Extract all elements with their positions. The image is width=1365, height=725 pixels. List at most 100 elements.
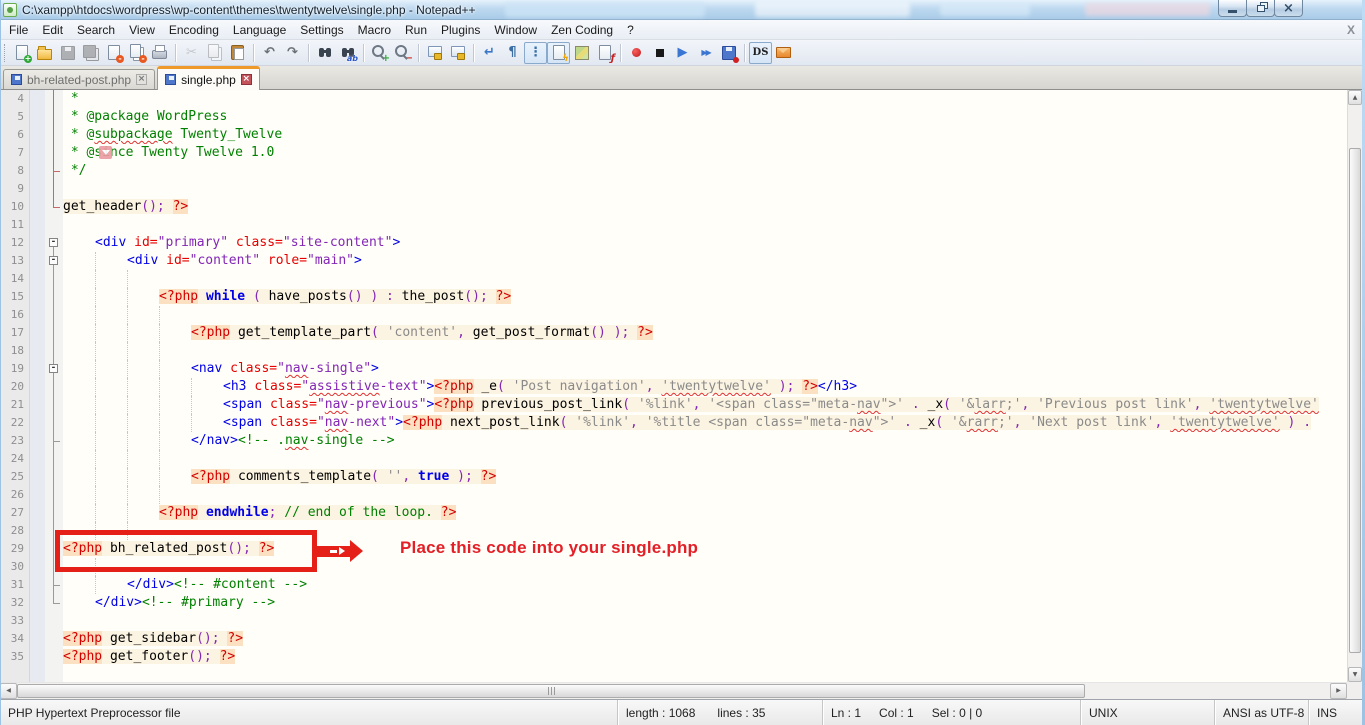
macro-play-icon[interactable]: ▶ — [671, 42, 694, 64]
fold-collapse-icon[interactable]: - — [49, 364, 58, 373]
print-icon[interactable] — [148, 42, 171, 64]
fold-collapse-icon[interactable]: - — [49, 238, 58, 247]
vertical-scrollbar-thumb[interactable] — [1349, 148, 1361, 653]
code-line-20[interactable]: 20 <h3 class="assistive-text"><?php _e( '… — [0, 378, 1347, 396]
scroll-up-icon[interactable]: ▲ — [1348, 90, 1362, 105]
titlebar-ghost — [505, 2, 705, 17]
code-line-15[interactable]: 15 <?php while ( have_posts() ) : the_pos… — [0, 288, 1347, 306]
code-line-27[interactable]: 27 <?php endwhile; // end of the loop. ?> — [0, 504, 1347, 522]
vertical-scrollbar[interactable]: ▲ ▼ — [1347, 90, 1362, 682]
editor[interactable]: 4 * 5 * @package WordPress 6 * @subpackage… — [0, 90, 1347, 682]
code-line-18[interactable]: 18 — [0, 342, 1347, 360]
code-line-9[interactable]: 9 — [0, 180, 1347, 198]
minimize-button[interactable] — [1218, 0, 1247, 17]
code-line-35[interactable]: 35 <?php get_footer(); ?> — [0, 648, 1347, 666]
code-line-5[interactable]: 5 * @package WordPress — [0, 108, 1347, 126]
horizontal-scrollbar[interactable]: ◀ ▶ — [0, 682, 1347, 699]
code-line-14[interactable]: 14 — [0, 270, 1347, 288]
code-line-26[interactable]: 26 — [0, 486, 1347, 504]
annotation-arrow-head-icon — [350, 540, 363, 562]
macro-stop-icon[interactable] — [648, 42, 671, 64]
code-line-24[interactable]: 24 — [0, 450, 1347, 468]
macro-save-icon[interactable] — [717, 42, 740, 64]
menu-file[interactable]: File — [2, 21, 35, 39]
zoom-in-icon[interactable]: + — [368, 42, 391, 64]
redo-icon[interactable]: ↷ — [281, 42, 304, 64]
mime-tools-icon[interactable] — [772, 42, 795, 64]
save-file-icon[interactable] — [56, 42, 79, 64]
copy-icon[interactable] — [203, 42, 226, 64]
undo-icon[interactable]: ↶ — [258, 42, 281, 64]
dspellcheck-icon[interactable]: DS — [749, 41, 772, 64]
menu-language[interactable]: Language — [226, 21, 293, 39]
code-line-31[interactable]: 31 </div><!-- #content --> — [0, 576, 1347, 594]
document-map-icon[interactable] — [570, 42, 593, 64]
menu-macro[interactable]: Macro — [351, 21, 398, 39]
close-file-icon[interactable]: - — [102, 42, 125, 64]
close-all-icon[interactable]: - — [125, 42, 148, 64]
user-define-dialog-icon[interactable]: ϟ — [547, 41, 570, 64]
restore-button[interactable] — [1246, 0, 1275, 17]
find-icon[interactable] — [313, 42, 336, 64]
sync-vertical-scroll-icon[interactable] — [423, 42, 446, 64]
paste-icon[interactable] — [226, 42, 249, 64]
code-line-6[interactable]: 6 * @subpackage Twenty_Twelve — [0, 126, 1347, 144]
code-line-22[interactable]: 22 <span class="nav-next"><?php next_post… — [0, 414, 1347, 432]
code-line-16[interactable]: 16 — [0, 306, 1347, 324]
fold-collapse-icon[interactable]: - — [49, 256, 58, 265]
code-line-23[interactable]: 23 </nav><!-- .nav-single --> — [0, 432, 1347, 450]
code-text: </div><!-- #content --> — [63, 576, 1347, 594]
code-line-17[interactable]: 17 <?php get_template_part( 'content', ge… — [0, 324, 1347, 342]
tab-bh-related-post[interactable]: bh-related-post.php × — [3, 69, 156, 89]
code-line-12[interactable]: 12 - <div id="primary" class="site-content… — [0, 234, 1347, 252]
tab-close-icon[interactable]: × — [240, 74, 252, 85]
zoom-out-icon[interactable]: − — [391, 42, 414, 64]
menu-encoding[interactable]: Encoding — [162, 21, 226, 39]
cut-icon[interactable]: ✂ — [180, 42, 203, 64]
tab-single-php[interactable]: single.php × — [157, 66, 260, 90]
fold-margin — [45, 504, 63, 522]
new-file-icon[interactable]: + — [10, 42, 33, 64]
open-file-icon[interactable] — [33, 42, 56, 64]
titlebar-ghost — [940, 3, 1030, 16]
tab-close-icon[interactable]: × — [136, 74, 148, 85]
function-list-icon[interactable]: ƒ — [593, 42, 616, 64]
scroll-left-icon[interactable]: ◀ — [0, 683, 17, 699]
code-line-25[interactable]: 25 <?php comments_template( '', true ); ?… — [0, 468, 1347, 486]
menu--[interactable]: ? — [620, 21, 641, 39]
menu-window[interactable]: Window — [487, 21, 544, 39]
code-line-19[interactable]: 19 - <nav class="nav-single"> — [0, 360, 1347, 378]
code-line-8[interactable]: 8 */ — [0, 162, 1347, 180]
code-line-13[interactable]: 13 - <div id="content" role="main"> — [0, 252, 1347, 270]
code-line-7[interactable]: 7 * @since Twenty Twelve 1.0 — [0, 144, 1347, 162]
save-all-icon[interactable] — [79, 42, 102, 64]
menu-search[interactable]: Search — [70, 21, 122, 39]
code-line-34[interactable]: 34 <?php get_sidebar(); ?> — [0, 630, 1347, 648]
code-line-4[interactable]: 4 * — [0, 90, 1347, 108]
horizontal-scrollbar-thumb[interactable] — [17, 684, 1085, 698]
menu-run[interactable]: Run — [398, 21, 434, 39]
window-controls: × — [1218, 0, 1303, 17]
menu-settings[interactable]: Settings — [293, 21, 350, 39]
scroll-right-icon[interactable]: ▶ — [1330, 683, 1347, 699]
code-line-33[interactable]: 33 — [0, 612, 1347, 630]
sync-horizontal-scroll-icon[interactable] — [446, 42, 469, 64]
word-wrap-icon[interactable]: ↵ — [478, 42, 501, 64]
replace-icon[interactable]: ab — [336, 42, 359, 64]
show-all-characters-icon[interactable]: ¶ — [501, 42, 524, 64]
menu-view[interactable]: View — [122, 21, 162, 39]
code-line-11[interactable]: 11 — [0, 216, 1347, 234]
macro-run-multiple-icon[interactable]: ▶▶ — [694, 42, 717, 64]
scroll-down-icon[interactable]: ▼ — [1348, 667, 1362, 682]
menu-zen-coding[interactable]: Zen Coding — [544, 21, 620, 39]
code-line-32[interactable]: 32 </div><!-- #primary --> — [0, 594, 1347, 612]
menu-plugins[interactable]: Plugins — [434, 21, 487, 39]
code-line-21[interactable]: 21 <span class="nav-previous"><?php previ… — [0, 396, 1347, 414]
code-line-10[interactable]: 10 get_header(); ?> — [0, 198, 1347, 216]
macro-record-icon[interactable] — [625, 42, 648, 64]
code-text — [63, 306, 1347, 324]
show-indent-guide-icon[interactable]: ⋮ — [524, 41, 547, 64]
close-button[interactable]: × — [1274, 0, 1303, 17]
document-close-x[interactable]: X — [1347, 23, 1355, 37]
menu-edit[interactable]: Edit — [35, 21, 70, 39]
